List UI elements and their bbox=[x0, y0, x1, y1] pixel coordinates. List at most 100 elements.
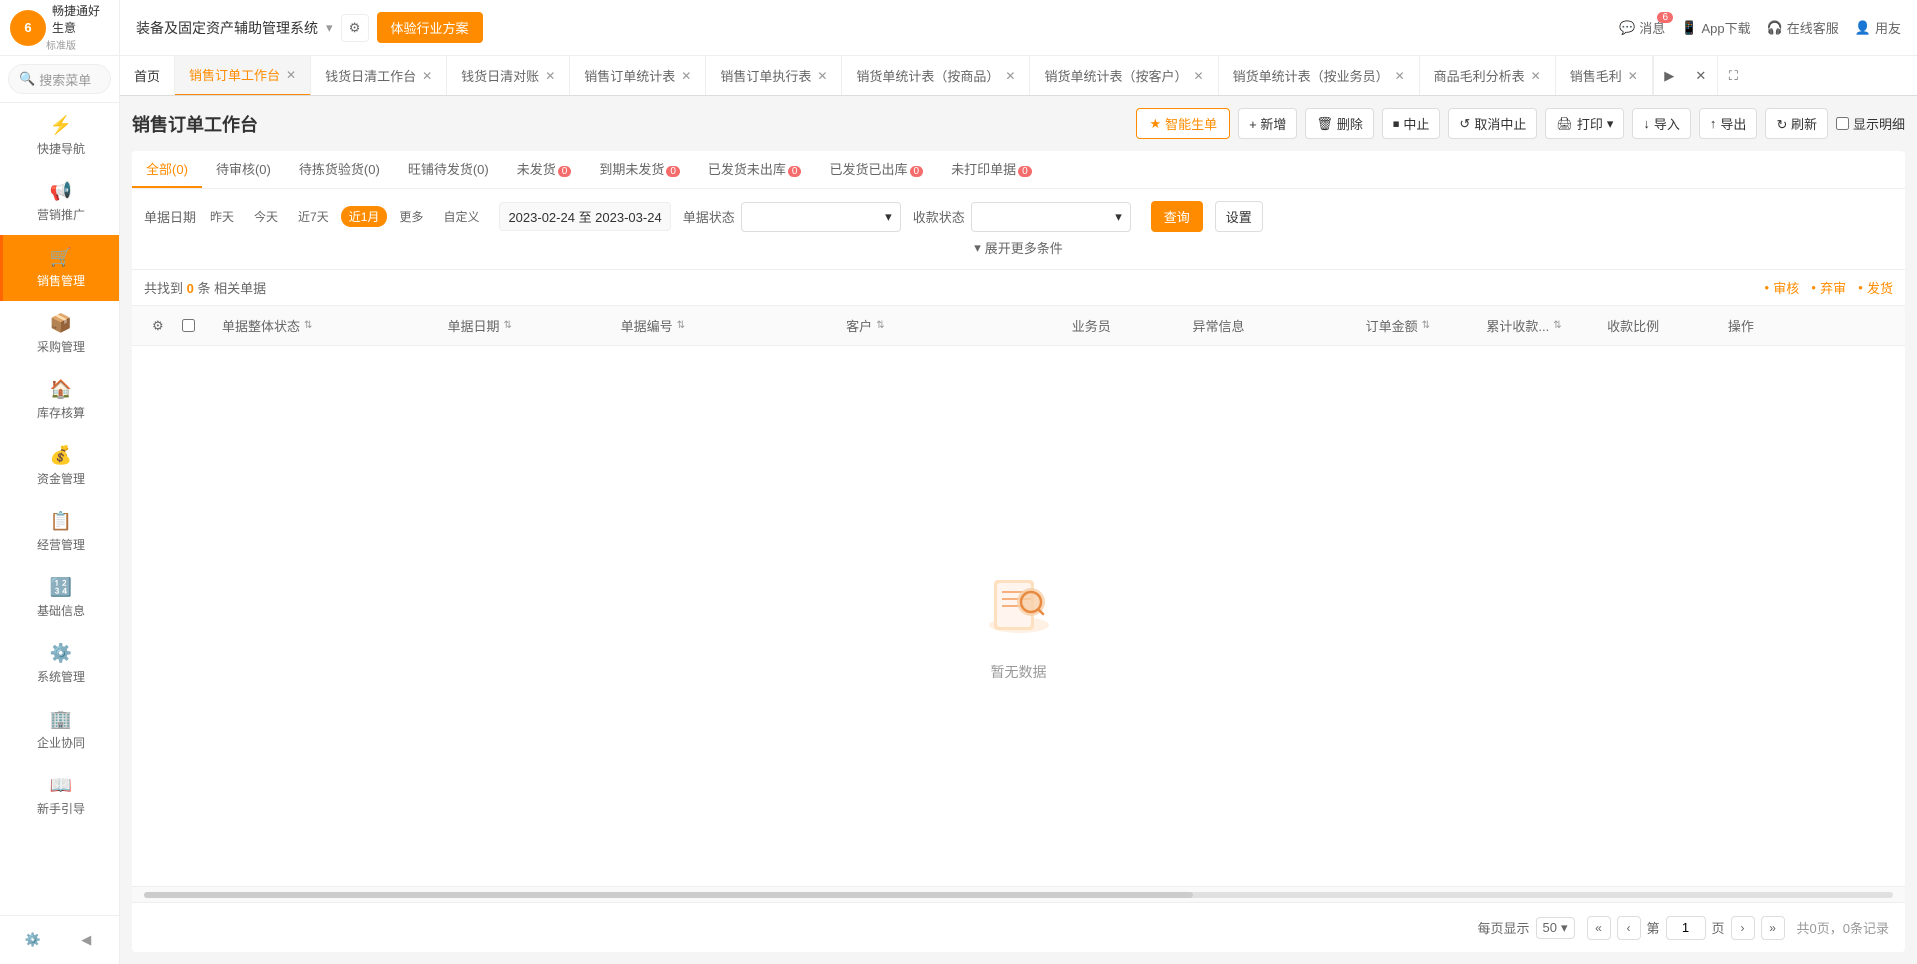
reject-quick-btn[interactable]: 弃审 bbox=[1811, 278, 1846, 297]
sidebar-item-enterprise[interactable]: 🏢 企业协同 bbox=[0, 697, 119, 763]
smart-order-btn[interactable]: ★ 智能生单 bbox=[1136, 108, 1230, 139]
sort-icon[interactable]: ⇅ bbox=[304, 320, 312, 331]
settings-btn[interactable]: ⚙️ bbox=[10, 926, 56, 954]
system-dropdown-icon[interactable]: ▾ bbox=[326, 20, 333, 36]
col-checkbox[interactable] bbox=[174, 319, 214, 332]
col-settings[interactable]: ⚙ bbox=[144, 318, 174, 334]
sidebar-item-guide[interactable]: 📖 新手引导 bbox=[0, 763, 119, 829]
sub-tab-not-printed[interactable]: 未打印单据0 bbox=[937, 151, 1046, 188]
tab-home[interactable]: 首页 bbox=[120, 56, 175, 96]
sub-tab-all[interactable]: 全部(0) bbox=[132, 151, 202, 188]
sort-icon[interactable]: ⇅ bbox=[1553, 320, 1561, 331]
print-btn[interactable]: 🖨 打印 ▾ bbox=[1545, 108, 1624, 139]
ship-quick-btn[interactable]: 发货 bbox=[1858, 278, 1893, 297]
tab-close-icon[interactable]: ✕ bbox=[1395, 69, 1405, 83]
quick-btn-more[interactable]: 更多 bbox=[391, 206, 431, 227]
sidebar-item-basic-info[interactable]: 🔢 基础信息 bbox=[0, 565, 119, 631]
show-detail-input[interactable] bbox=[1836, 117, 1849, 130]
stop-btn[interactable]: ⏹ 中止 bbox=[1382, 108, 1441, 139]
tab-sales-stats-customer[interactable]: 销货单统计表（按客户） ✕ bbox=[1030, 56, 1218, 96]
tab-close-icon[interactable]: ✕ bbox=[1628, 69, 1638, 83]
expand-conditions-btn[interactable]: ▾ 展开更多条件 bbox=[144, 238, 1893, 257]
sidebar-item-system[interactable]: ⚙️ 系统管理 bbox=[0, 631, 119, 697]
last-page-btn[interactable]: » bbox=[1761, 916, 1785, 940]
tab-close-icon[interactable]: ✕ bbox=[1194, 69, 1204, 83]
online-service-btn[interactable]: 🎧 在线客服 bbox=[1767, 18, 1839, 37]
next-page-btn[interactable]: › bbox=[1731, 916, 1755, 940]
tab-cash-daily[interactable]: 钱货日清工作台 ✕ bbox=[311, 56, 447, 96]
add-btn[interactable]: + 新增 bbox=[1238, 108, 1297, 139]
sidebar-item-inventory[interactable]: 🏠 库存核算 bbox=[0, 367, 119, 433]
tab-more-btn[interactable]: ▶ bbox=[1653, 56, 1685, 96]
delete-btn[interactable]: 🗑 删除 bbox=[1305, 108, 1374, 139]
sub-tab-wangpu[interactable]: 旺铺待发货(0) bbox=[394, 151, 503, 188]
collapse-btn[interactable]: ◀ bbox=[64, 926, 110, 954]
page-size-dropdown[interactable]: 50 ▾ bbox=[1536, 917, 1575, 939]
sidebar-item-purchase[interactable]: 📦 采购管理 bbox=[0, 301, 119, 367]
sub-tab-expired-not-shipped[interactable]: 到期未发货0 bbox=[585, 151, 694, 188]
tab-sales-stats-table[interactable]: 销售订单统计表 ✕ bbox=[570, 56, 706, 96]
sidebar-item-marketing[interactable]: 📢 营销推广 bbox=[0, 169, 119, 235]
first-page-btn[interactable]: « bbox=[1587, 916, 1611, 940]
search-menu-btn[interactable]: 🔍 搜索菜单 bbox=[8, 64, 111, 94]
tab-sales-stats-product[interactable]: 销货单统计表（按商品） ✕ bbox=[842, 56, 1030, 96]
tab-close-icon[interactable]: ✕ bbox=[681, 69, 691, 83]
export-btn[interactable]: ↑ 导出 bbox=[1699, 108, 1758, 139]
sort-icon[interactable]: ⇅ bbox=[1422, 320, 1430, 331]
filter-settings-btn[interactable]: 设置 bbox=[1215, 201, 1263, 232]
show-detail-checkbox[interactable]: 显示明细 bbox=[1836, 114, 1905, 133]
refresh-btn[interactable]: ↻ 刷新 bbox=[1765, 108, 1828, 139]
review-quick-btn[interactable]: 审核 bbox=[1764, 278, 1799, 297]
tab-close-icon[interactable]: ✕ bbox=[286, 68, 296, 82]
sub-tab-pending-inspect[interactable]: 待拣货验货(0) bbox=[285, 151, 394, 188]
sub-tab-pending-review[interactable]: 待审核(0) bbox=[202, 151, 285, 188]
sidebar-item-finance[interactable]: 💰 资金管理 bbox=[0, 433, 119, 499]
sidebar-item-operations[interactable]: 📋 经营管理 bbox=[0, 499, 119, 565]
quick-btn-today[interactable]: 今天 bbox=[246, 206, 286, 227]
tab-sales-stats-staff[interactable]: 销货单统计表（按业务员） ✕ bbox=[1219, 56, 1420, 96]
tab-expand-btn[interactable]: ⛶ bbox=[1717, 56, 1749, 96]
tab-close-icon[interactable]: ✕ bbox=[1531, 69, 1541, 83]
gear-button[interactable]: ⚙ bbox=[341, 14, 369, 42]
tab-close-icon[interactable]: ✕ bbox=[1005, 69, 1015, 83]
tab-close-icon[interactable]: ✕ bbox=[817, 69, 827, 83]
select-all-checkbox[interactable] bbox=[182, 319, 195, 332]
query-btn[interactable]: 查询 bbox=[1151, 201, 1203, 232]
quick-btn-yesterday[interactable]: 昨天 bbox=[202, 206, 242, 227]
tab-sales-order-exec[interactable]: 销售订单执行表 ✕ bbox=[706, 56, 842, 96]
sidebar-search[interactable]: 🔍 搜索菜单 bbox=[0, 56, 119, 103]
sidebar-item-quick-nav[interactable]: ⚡ 快捷导航 bbox=[0, 103, 119, 169]
horizontal-scrollbar[interactable] bbox=[132, 886, 1905, 902]
quick-btn-1month[interactable]: 近1月 bbox=[341, 206, 388, 227]
payment-select[interactable]: ▾ bbox=[971, 202, 1131, 232]
tab-sales-profit[interactable]: 销售毛利 ✕ bbox=[1556, 56, 1653, 96]
expand-down-icon: ▾ bbox=[974, 240, 981, 256]
tab-cash-reconcile[interactable]: 钱货日清对账 ✕ bbox=[447, 56, 570, 96]
sub-tab-shipped-in[interactable]: 已发货已出库0 bbox=[815, 151, 937, 188]
tab-product-margin[interactable]: 商品毛利分析表 ✕ bbox=[1420, 56, 1556, 96]
tab-close-icon[interactable]: ✕ bbox=[422, 69, 432, 83]
import-icon: ↓ bbox=[1643, 116, 1650, 131]
app-download-btn[interactable]: 📱 App下载 bbox=[1681, 18, 1750, 37]
scroll-thumb[interactable] bbox=[144, 892, 1193, 898]
quick-btn-custom[interactable]: 自定义 bbox=[435, 206, 487, 227]
tab-close-icon[interactable]: ✕ bbox=[545, 69, 555, 83]
tab-sales-order-workspace[interactable]: 销售订单工作台 ✕ bbox=[175, 56, 311, 96]
sub-tab-not-shipped[interactable]: 未发货0 bbox=[503, 151, 586, 188]
industry-btn[interactable]: 体验行业方案 bbox=[377, 12, 483, 43]
cancel-stop-btn[interactable]: ↺ 取消中止 bbox=[1448, 108, 1537, 139]
sort-icon[interactable]: ⇅ bbox=[876, 320, 884, 331]
sort-icon[interactable]: ⇅ bbox=[504, 320, 512, 331]
sidebar-item-sales[interactable]: 🛒 销售管理 bbox=[0, 235, 119, 301]
page-number-input[interactable] bbox=[1666, 916, 1706, 940]
import-btn[interactable]: ↓ 导入 bbox=[1632, 108, 1691, 139]
prev-page-btn[interactable]: ‹ bbox=[1617, 916, 1641, 940]
sub-tab-shipped-not-in[interactable]: 已发货未出库0 bbox=[694, 151, 816, 188]
tab-close-all-btn[interactable]: ✕ bbox=[1685, 56, 1717, 96]
quick-btn-7days[interactable]: 近7天 bbox=[290, 206, 337, 227]
user-btn[interactable]: 👤 用友 bbox=[1855, 18, 1901, 37]
sort-icon[interactable]: ⇅ bbox=[677, 320, 685, 331]
message-btn[interactable]: 💬 消息 6 bbox=[1619, 18, 1665, 37]
status-select[interactable]: ▾ bbox=[741, 202, 901, 232]
date-range-display[interactable]: 2023-02-24 至 2023-03-24 bbox=[499, 202, 670, 231]
